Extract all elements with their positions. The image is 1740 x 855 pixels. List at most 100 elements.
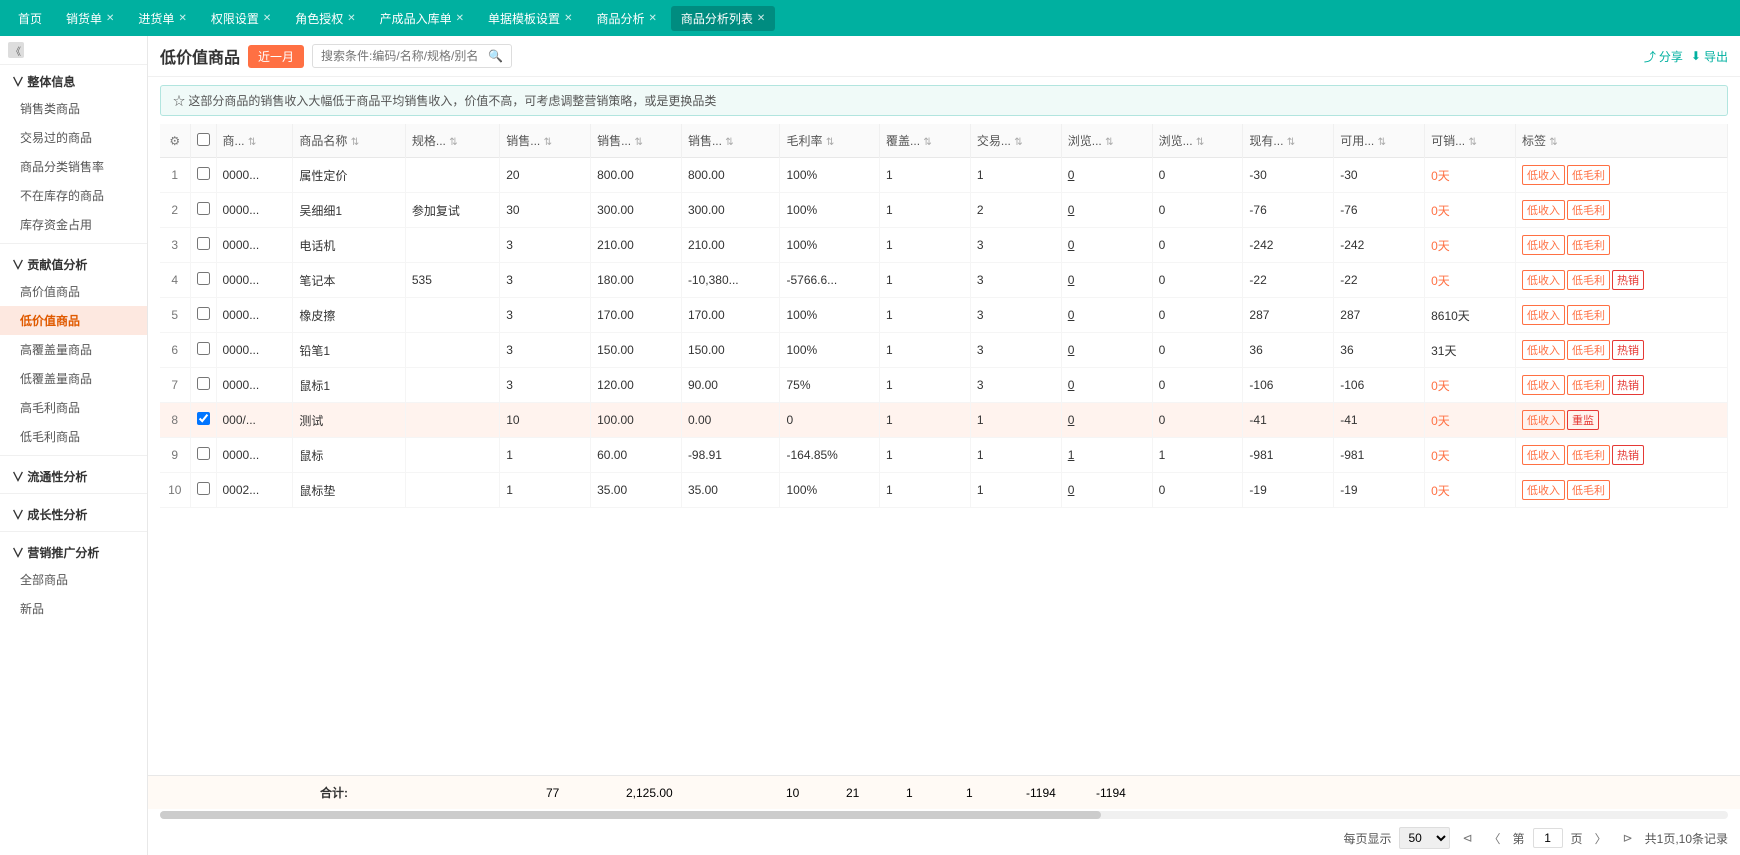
nav-template[interactable]: 单据模板设置 ✕ bbox=[478, 6, 582, 31]
th-name[interactable]: 商品名称 ⇅ bbox=[293, 124, 406, 158]
browse-link[interactable]: 0 bbox=[1068, 203, 1075, 217]
share-btn[interactable]: ⤴ 分享 bbox=[1644, 48, 1683, 65]
th-available[interactable]: 可用... ⇅ bbox=[1334, 124, 1425, 158]
sidebar-item-no-stock-products[interactable]: 不在库存的商品 bbox=[0, 181, 147, 210]
th-settings[interactable]: ⚙ bbox=[160, 124, 190, 158]
th-browse1[interactable]: 浏览... ⇅ bbox=[1061, 124, 1152, 158]
search-input[interactable] bbox=[321, 49, 484, 63]
row-browse1[interactable]: 0 bbox=[1061, 403, 1152, 438]
per-page-select[interactable]: 50 100 200 bbox=[1399, 827, 1450, 849]
row-checkbox-cell[interactable] bbox=[190, 158, 216, 193]
browse-link[interactable]: 0 bbox=[1068, 413, 1075, 427]
close-icon[interactable]: ✕ bbox=[178, 13, 186, 24]
row-checkbox-cell[interactable] bbox=[190, 403, 216, 438]
row-checkbox-cell[interactable] bbox=[190, 263, 216, 298]
next-page-btn[interactable]: 〉 bbox=[1591, 828, 1611, 849]
row-browse1[interactable]: 0 bbox=[1061, 228, 1152, 263]
th-code[interactable]: 商... ⇅ bbox=[216, 124, 293, 158]
nav-purchase[interactable]: 进货单 ✕ bbox=[128, 6, 196, 31]
th-spec[interactable]: 规格... ⇅ bbox=[405, 124, 499, 158]
th-cover[interactable]: 覆盖... ⇅ bbox=[880, 124, 971, 158]
sidebar-item-traded-products[interactable]: 交易过的商品 bbox=[0, 123, 147, 152]
browse-link[interactable]: 1 bbox=[1068, 448, 1075, 462]
row-browse1[interactable]: 0 bbox=[1061, 333, 1152, 368]
sidebar-item-category-sales-rate[interactable]: 商品分类销售率 bbox=[0, 152, 147, 181]
close-icon[interactable]: ✕ bbox=[757, 13, 765, 24]
nav-product-inbound[interactable]: 产成品入库单 ✕ bbox=[370, 6, 474, 31]
close-icon[interactable]: ✕ bbox=[456, 13, 464, 24]
export-btn[interactable]: ⬇ 导出 bbox=[1691, 48, 1728, 65]
row-checkbox-cell[interactable] bbox=[190, 298, 216, 333]
sidebar-group-liquidity[interactable]: ∨ 流通性分析 bbox=[0, 460, 147, 489]
row-checkbox[interactable] bbox=[197, 237, 210, 250]
filter-recent-month-btn[interactable]: 近一月 bbox=[248, 45, 304, 68]
browse-link[interactable]: 0 bbox=[1068, 168, 1075, 182]
browse-link[interactable]: 0 bbox=[1068, 378, 1075, 392]
row-checkbox[interactable] bbox=[197, 482, 210, 495]
th-checkbox[interactable] bbox=[190, 124, 216, 158]
page-number-input[interactable] bbox=[1533, 828, 1563, 848]
first-page-btn[interactable]: ⊲ bbox=[1458, 829, 1476, 847]
row-checkbox-cell[interactable] bbox=[190, 473, 216, 508]
sidebar-item-sales-products[interactable]: 销售类商品 bbox=[0, 94, 147, 123]
row-checkbox-cell[interactable] bbox=[190, 193, 216, 228]
sidebar-item-stock-capital[interactable]: 库存资金占用 bbox=[0, 210, 147, 239]
close-icon[interactable]: ✕ bbox=[263, 13, 271, 24]
th-tags[interactable]: 标签 ⇅ bbox=[1515, 124, 1727, 158]
browse-link[interactable]: 0 bbox=[1068, 308, 1075, 322]
row-browse1[interactable]: 0 bbox=[1061, 158, 1152, 193]
row-browse1[interactable]: 1 bbox=[1061, 438, 1152, 473]
row-browse1[interactable]: 0 bbox=[1061, 368, 1152, 403]
row-checkbox[interactable] bbox=[197, 412, 210, 425]
prev-page-btn[interactable]: 〈 bbox=[1485, 828, 1505, 849]
browse-link[interactable]: 0 bbox=[1068, 273, 1075, 287]
nav-product-analysis[interactable]: 商品分析 ✕ bbox=[586, 6, 666, 31]
sidebar-item-high-margin[interactable]: 高毛利商品 bbox=[0, 393, 147, 422]
th-margin[interactable]: 毛利率 ⇅ bbox=[780, 124, 880, 158]
close-icon[interactable]: ✕ bbox=[648, 13, 656, 24]
sidebar-item-all-products[interactable]: 全部商品 bbox=[0, 565, 147, 594]
browse-link[interactable]: 0 bbox=[1068, 238, 1075, 252]
row-browse1[interactable]: 0 bbox=[1061, 193, 1152, 228]
row-browse1[interactable]: 0 bbox=[1061, 298, 1152, 333]
sidebar-collapse-btn[interactable]: 《 bbox=[8, 42, 24, 58]
row-checkbox[interactable] bbox=[197, 307, 210, 320]
row-checkbox[interactable] bbox=[197, 377, 210, 390]
sidebar-item-high-coverage[interactable]: 高覆盖量商品 bbox=[0, 335, 147, 364]
th-sales3[interactable]: 销售... ⇅ bbox=[681, 124, 780, 158]
row-checkbox[interactable] bbox=[197, 447, 210, 460]
row-checkbox[interactable] bbox=[197, 202, 210, 215]
table-container[interactable]: ⚙ 商... ⇅ 商品名称 ⇅ 规格... ⇅ 销售... ⇅ 销售... ⇅ … bbox=[148, 124, 1740, 775]
select-all-checkbox[interactable] bbox=[197, 133, 210, 146]
close-icon[interactable]: ✕ bbox=[106, 13, 114, 24]
sidebar-item-low-margin[interactable]: 低毛利商品 bbox=[0, 422, 147, 451]
search-icon[interactable]: 🔍 bbox=[488, 49, 503, 63]
sidebar-item-high-value[interactable]: 高价值商品 bbox=[0, 277, 147, 306]
th-browse2[interactable]: 浏览... ⇅ bbox=[1152, 124, 1243, 158]
row-checkbox[interactable] bbox=[197, 342, 210, 355]
browse-link[interactable]: 0 bbox=[1068, 483, 1075, 497]
row-browse1[interactable]: 0 bbox=[1061, 263, 1152, 298]
sidebar-item-low-value[interactable]: 低价值商品 bbox=[0, 306, 147, 335]
close-icon[interactable]: ✕ bbox=[347, 13, 355, 24]
row-checkbox-cell[interactable] bbox=[190, 228, 216, 263]
nav-permissions[interactable]: 权限设置 ✕ bbox=[201, 6, 281, 31]
row-checkbox-cell[interactable] bbox=[190, 368, 216, 403]
nav-sales[interactable]: 销货单 ✕ bbox=[56, 6, 124, 31]
browse-link[interactable]: 0 bbox=[1068, 343, 1075, 357]
th-sellable[interactable]: 可销... ⇅ bbox=[1425, 124, 1516, 158]
th-trade[interactable]: 交易... ⇅ bbox=[970, 124, 1061, 158]
horizontal-scrollbar[interactable] bbox=[160, 811, 1728, 819]
row-checkbox-cell[interactable] bbox=[190, 438, 216, 473]
close-icon[interactable]: ✕ bbox=[564, 13, 572, 24]
row-checkbox[interactable] bbox=[197, 167, 210, 180]
th-current[interactable]: 现有... ⇅ bbox=[1243, 124, 1334, 158]
sidebar-group-growth[interactable]: ∨ 成长性分析 bbox=[0, 498, 147, 527]
row-checkbox-cell[interactable] bbox=[190, 333, 216, 368]
nav-product-analysis-list[interactable]: 商品分析列表 ✕ bbox=[671, 6, 775, 31]
th-sales1[interactable]: 销售... ⇅ bbox=[500, 124, 591, 158]
sidebar-item-new-products[interactable]: 新品 bbox=[0, 594, 147, 623]
row-checkbox[interactable] bbox=[197, 272, 210, 285]
last-page-btn[interactable]: ⊳ bbox=[1619, 829, 1637, 847]
row-browse1[interactable]: 0 bbox=[1061, 473, 1152, 508]
